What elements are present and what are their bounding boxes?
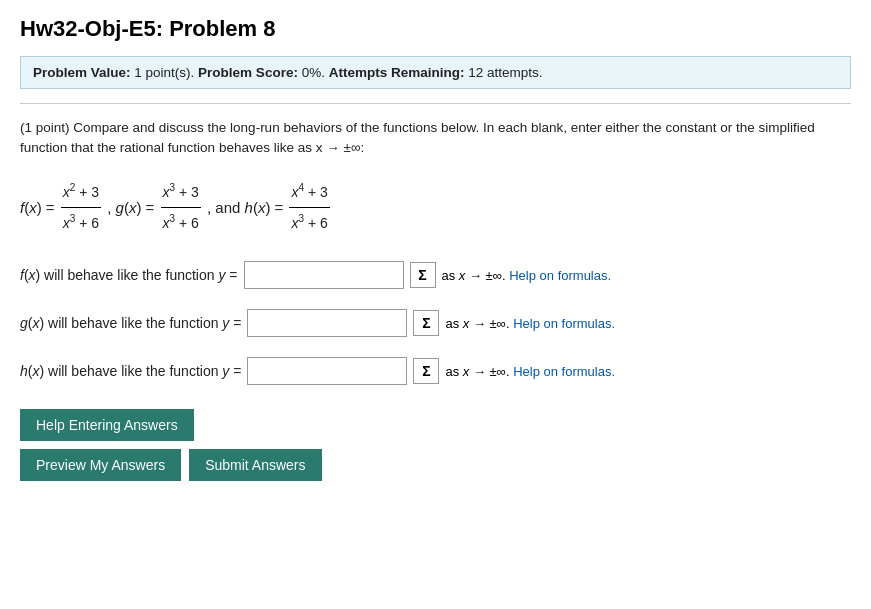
submit-button[interactable]: Submit Answers: [189, 449, 321, 481]
info-box: Problem Value: 1 point(s). Problem Score…: [20, 56, 851, 89]
fx-label: f(x) will behave like the function y =: [20, 267, 238, 283]
gx-sigma-button[interactable]: Σ: [413, 310, 439, 336]
preview-button[interactable]: Preview My Answers: [20, 449, 181, 481]
help-entering-button[interactable]: Help Entering Answers: [20, 409, 194, 441]
gx-label: g(x) will behave like the function y =: [20, 315, 241, 331]
f-fraction: x2 + 3 x3 + 6: [61, 177, 101, 240]
hx-help-link[interactable]: Help on formulas.: [513, 364, 615, 379]
attempts-remaining: 12 attempts.: [468, 65, 542, 80]
g-fraction: x3 + 3 x3 + 6: [161, 177, 201, 240]
f-label: f(x) =: [20, 191, 59, 224]
fx-input[interactable]: [244, 261, 404, 289]
comma1: , g(x) =: [103, 191, 158, 224]
fx-help-text: as x → ±∞. Help on formulas.: [442, 268, 612, 283]
gx-input[interactable]: [247, 309, 407, 337]
divider: [20, 103, 851, 104]
answer-row-hx: h(x) will behave like the function y = Σ…: [20, 357, 851, 385]
problem-description: (1 point) Compare and discuss the long-r…: [20, 118, 851, 159]
comma2: , and h(x) =: [203, 191, 288, 224]
answer-row-fx: f(x) will behave like the function y = Σ…: [20, 261, 851, 289]
math-functions-display: f(x) = x2 + 3 x3 + 6 , g(x) = x3 + 3 x3 …: [20, 177, 851, 240]
fx-sigma-button[interactable]: Σ: [410, 262, 436, 288]
hx-input[interactable]: [247, 357, 407, 385]
problem-score-label: Problem Score:: [198, 65, 298, 80]
page-title: Hw32-Obj-E5: Problem 8: [20, 16, 851, 42]
h-fraction: x4 + 3 x3 + 6: [289, 177, 329, 240]
answer-row-gx: g(x) will behave like the function y = Σ…: [20, 309, 851, 337]
hx-sigma-button[interactable]: Σ: [413, 358, 439, 384]
hx-label: h(x) will behave like the function y =: [20, 363, 241, 379]
problem-value-label: Problem Value:: [33, 65, 131, 80]
gx-help-text: as x → ±∞. Help on formulas.: [445, 316, 615, 331]
attempts-label: Attempts Remaining:: [329, 65, 465, 80]
problem-value: 1 point(s).: [134, 65, 194, 80]
buttons-section: Help Entering Answers Preview My Answers…: [20, 409, 851, 481]
action-buttons-row: Preview My Answers Submit Answers: [20, 449, 851, 481]
hx-help-text: as x → ±∞. Help on formulas.: [445, 364, 615, 379]
fx-help-link[interactable]: Help on formulas.: [509, 268, 611, 283]
gx-help-link[interactable]: Help on formulas.: [513, 316, 615, 331]
problem-score: 0%.: [302, 65, 325, 80]
